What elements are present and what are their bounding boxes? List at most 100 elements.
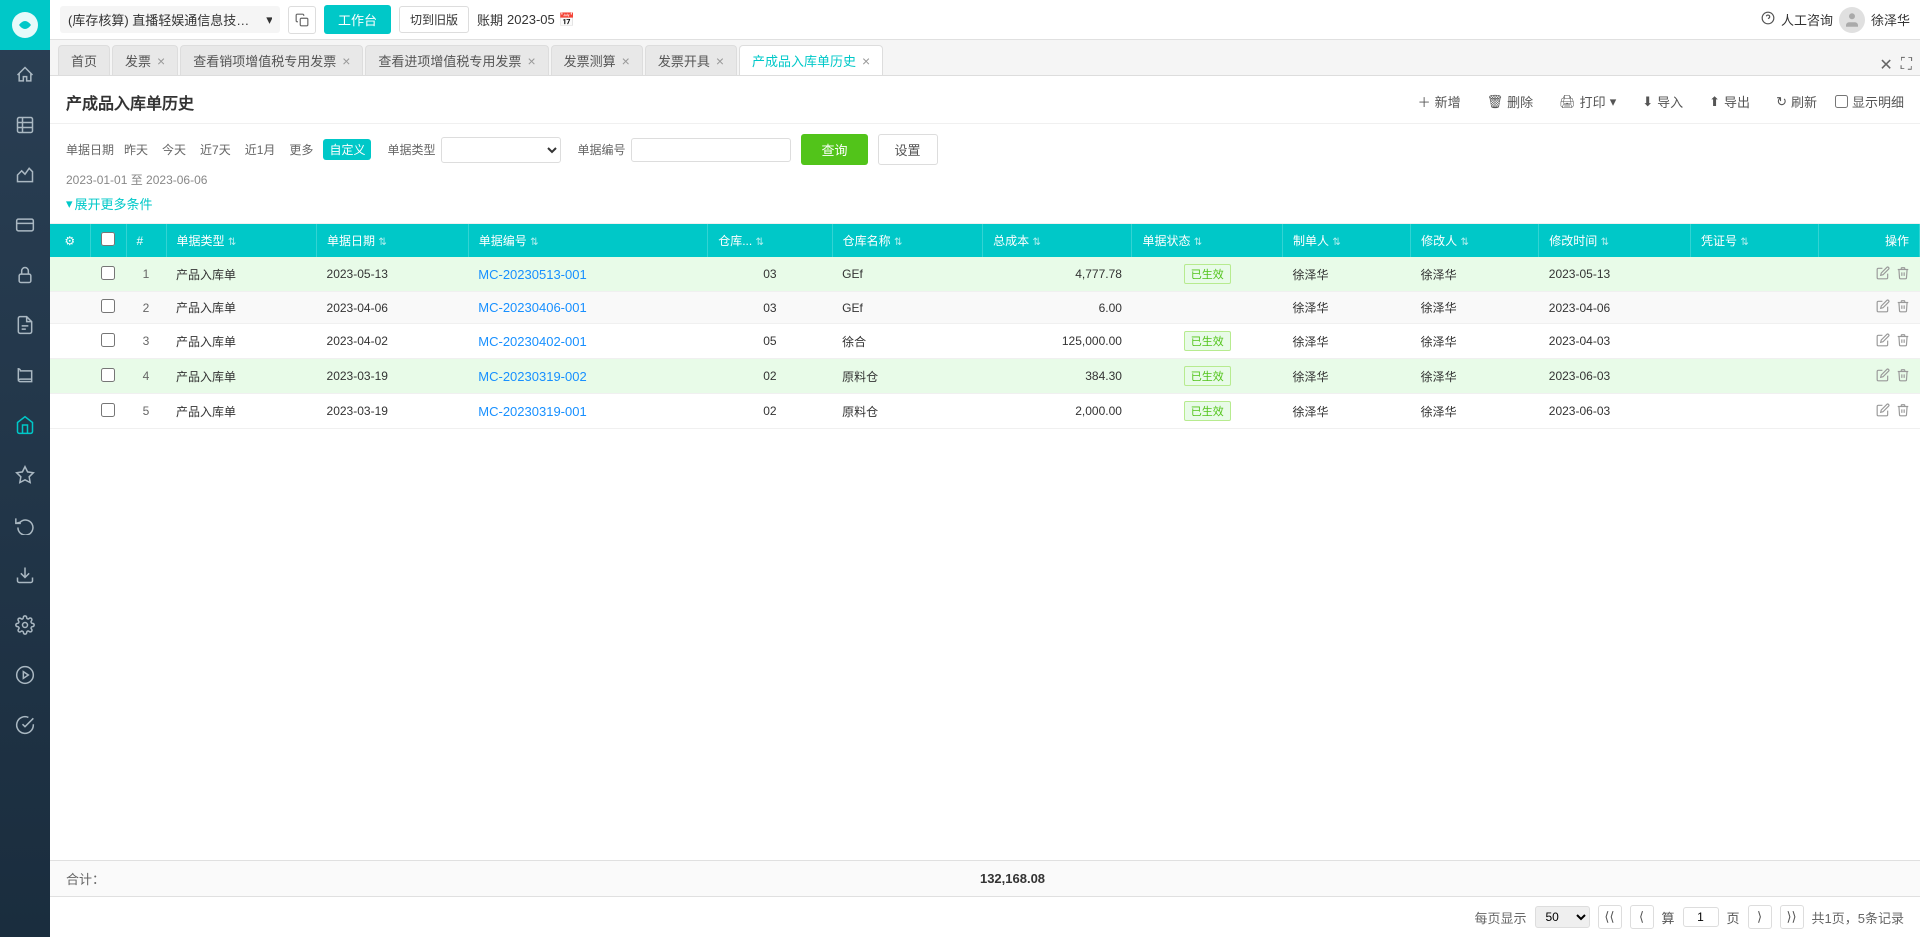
row-checkbox[interactable] — [101, 266, 115, 280]
col-status[interactable]: 单据状态 ⇅ — [1132, 224, 1283, 257]
export-button[interactable]: ⬆ 导出 — [1701, 88, 1758, 115]
tab-invoice-close[interactable]: × — [157, 54, 165, 68]
delete-button[interactable]: 🗑 删除 — [1479, 88, 1542, 115]
date-shortcut-custom[interactable]: 自定义 — [323, 139, 371, 160]
sidebar-item-v[interactable] — [0, 700, 50, 750]
sidebar-item-book[interactable] — [0, 350, 50, 400]
last-page-button[interactable]: ⟩⟩ — [1780, 905, 1804, 929]
refresh-button[interactable]: ↻ 刷新 — [1768, 88, 1825, 115]
sidebar-item-doc[interactable] — [0, 300, 50, 350]
sidebar-item-list[interactable] — [0, 100, 50, 150]
col-modifier[interactable]: 修改人 ⇅ — [1411, 224, 1539, 257]
row-checkbox[interactable] — [101, 299, 115, 313]
tab-home[interactable]: 首页 — [58, 45, 110, 75]
tab-check-sales-vat-close[interactable]: × — [342, 54, 350, 68]
date-shortcut-1month[interactable]: 近1月 — [241, 139, 280, 160]
row-delete-icon[interactable] — [1896, 299, 1910, 316]
row-edit-icon[interactable] — [1876, 403, 1890, 420]
display-toggle-checkbox[interactable] — [1835, 95, 1848, 108]
filter-expand-btn[interactable]: ▾ 展开更多条件 — [66, 194, 1904, 213]
tab-invoice[interactable]: 发票 × — [112, 45, 178, 75]
date-shortcut-more[interactable]: 更多 — [285, 139, 317, 160]
row-delete-icon[interactable] — [1896, 368, 1910, 385]
tab-product-history-close[interactable]: × — [862, 54, 870, 68]
new-button[interactable]: ＋ 新增 — [1410, 88, 1469, 115]
row-edit-icon[interactable] — [1876, 266, 1890, 283]
select-all-checkbox[interactable] — [101, 232, 115, 246]
app-logo[interactable] — [0, 0, 50, 50]
tab-invoice-calc[interactable]: 发票测算 × — [551, 45, 643, 75]
row-delete-icon[interactable] — [1896, 266, 1910, 283]
tab-maximize-button[interactable]: ⛶ — [1901, 56, 1912, 74]
sidebar-item-settings[interactable] — [0, 600, 50, 650]
sidebar-item-chart[interactable] — [0, 150, 50, 200]
col-number[interactable]: 单据编号 ⇅ — [468, 224, 707, 257]
tab-invoice-calc-close[interactable]: × — [622, 54, 630, 68]
sidebar-item-home[interactable] — [0, 50, 50, 100]
col-warehouse-code[interactable]: 仓库... ⇅ — [708, 224, 832, 257]
col-voucher[interactable]: 凭证号 ⇅ — [1691, 224, 1819, 257]
row-number-link[interactable]: MC-20230513-001 — [478, 267, 586, 282]
calendar-icon[interactable]: 📅 — [559, 12, 575, 28]
header-actions: ＋ 新增 🗑 删除 🖨 打印 ▾ ⬇ 导入 ⬆ 导出 — [1410, 88, 1904, 115]
row-edit-icon[interactable] — [1876, 299, 1890, 316]
row-checkbox[interactable] — [101, 403, 115, 417]
row-edit-icon[interactable] — [1876, 368, 1890, 385]
col-date[interactable]: 单据日期 ⇅ — [317, 224, 469, 257]
row-checkbox[interactable] — [101, 368, 115, 382]
sidebar-item-finance[interactable] — [0, 200, 50, 250]
page-input[interactable] — [1683, 907, 1719, 927]
filter-number-input[interactable] — [631, 138, 791, 162]
prev-page-button[interactable]: ⟨ — [1630, 905, 1654, 929]
row-delete-icon[interactable] — [1896, 333, 1910, 350]
first-page-button[interactable]: ⟨⟨ — [1598, 905, 1622, 929]
filter-type-select[interactable] — [441, 137, 561, 163]
row-number-link[interactable]: MC-20230402-001 — [478, 334, 586, 349]
company-selector[interactable]: (库存核算) 直播轻娱通信息技术股份... ▾ — [60, 6, 280, 33]
col-settings[interactable]: ⚙ — [50, 224, 90, 257]
workbench-button[interactable]: 工作台 — [324, 5, 391, 34]
help-label[interactable]: 人工咨询 — [1781, 10, 1833, 29]
sidebar-item-refresh[interactable] — [0, 500, 50, 550]
help-icon[interactable] — [1761, 11, 1775, 28]
tab-check-input-vat-close[interactable]: × — [527, 54, 535, 68]
row-warehouse-code: 03 — [708, 292, 832, 324]
col-creator[interactable]: 制单人 ⇅ — [1282, 224, 1410, 257]
sidebar-item-warehouse[interactable] — [0, 400, 50, 450]
user-name[interactable]: 徐泽华 — [1871, 10, 1910, 29]
date-shortcut-today[interactable]: 今天 — [158, 139, 190, 160]
row-total-cost: 2,000.00 — [983, 394, 1132, 429]
next-page-button[interactable]: ⟩ — [1748, 905, 1772, 929]
plus-icon: ＋ — [1418, 92, 1431, 111]
display-toggle[interactable]: 显示明细 — [1835, 92, 1904, 111]
row-number-link[interactable]: MC-20230319-002 — [478, 369, 586, 384]
row-number-link[interactable]: MC-20230319-001 — [478, 404, 586, 419]
query-button[interactable]: 查询 — [801, 134, 867, 165]
reset-button[interactable]: 设置 — [878, 134, 938, 165]
switch-old-version-button[interactable]: 切到旧版 — [399, 6, 469, 33]
import-button[interactable]: ⬇ 导入 — [1634, 88, 1691, 115]
date-shortcut-7days[interactable]: 近7天 — [196, 139, 235, 160]
tab-product-history[interactable]: 产成品入库单历史 × — [739, 45, 883, 75]
col-total-cost[interactable]: 总成本 ⇅ — [983, 224, 1132, 257]
tab-check-sales-vat[interactable]: 查看销项增值税专用发票 × — [180, 45, 363, 75]
tab-invoice-open-close[interactable]: × — [716, 54, 724, 68]
tab-invoice-open[interactable]: 发票开具 × — [645, 45, 737, 75]
per-page-select[interactable]: 50 100 — [1535, 906, 1590, 928]
row-delete-icon[interactable] — [1896, 403, 1910, 420]
col-warehouse-name[interactable]: 仓库名称 ⇅ — [832, 224, 983, 257]
tab-close-all-button[interactable]: ✕ — [1879, 55, 1892, 75]
date-shortcut-yesterday[interactable]: 昨天 — [120, 139, 152, 160]
row-number-link[interactable]: MC-20230406-001 — [478, 300, 586, 315]
copy-icon-btn[interactable] — [288, 6, 316, 34]
sidebar-item-star[interactable] — [0, 450, 50, 500]
tab-check-input-vat[interactable]: 查看进项增值税专用发票 × — [365, 45, 548, 75]
print-button[interactable]: 🖨 打印 ▾ — [1551, 88, 1624, 115]
col-type[interactable]: 单据类型 ⇅ — [166, 224, 317, 257]
sidebar-item-play[interactable] — [0, 650, 50, 700]
col-modify-time[interactable]: 修改时间 ⇅ — [1539, 224, 1691, 257]
sidebar-item-lock[interactable] — [0, 250, 50, 300]
sidebar-item-download[interactable] — [0, 550, 50, 600]
row-checkbox[interactable] — [101, 333, 115, 347]
row-edit-icon[interactable] — [1876, 333, 1890, 350]
